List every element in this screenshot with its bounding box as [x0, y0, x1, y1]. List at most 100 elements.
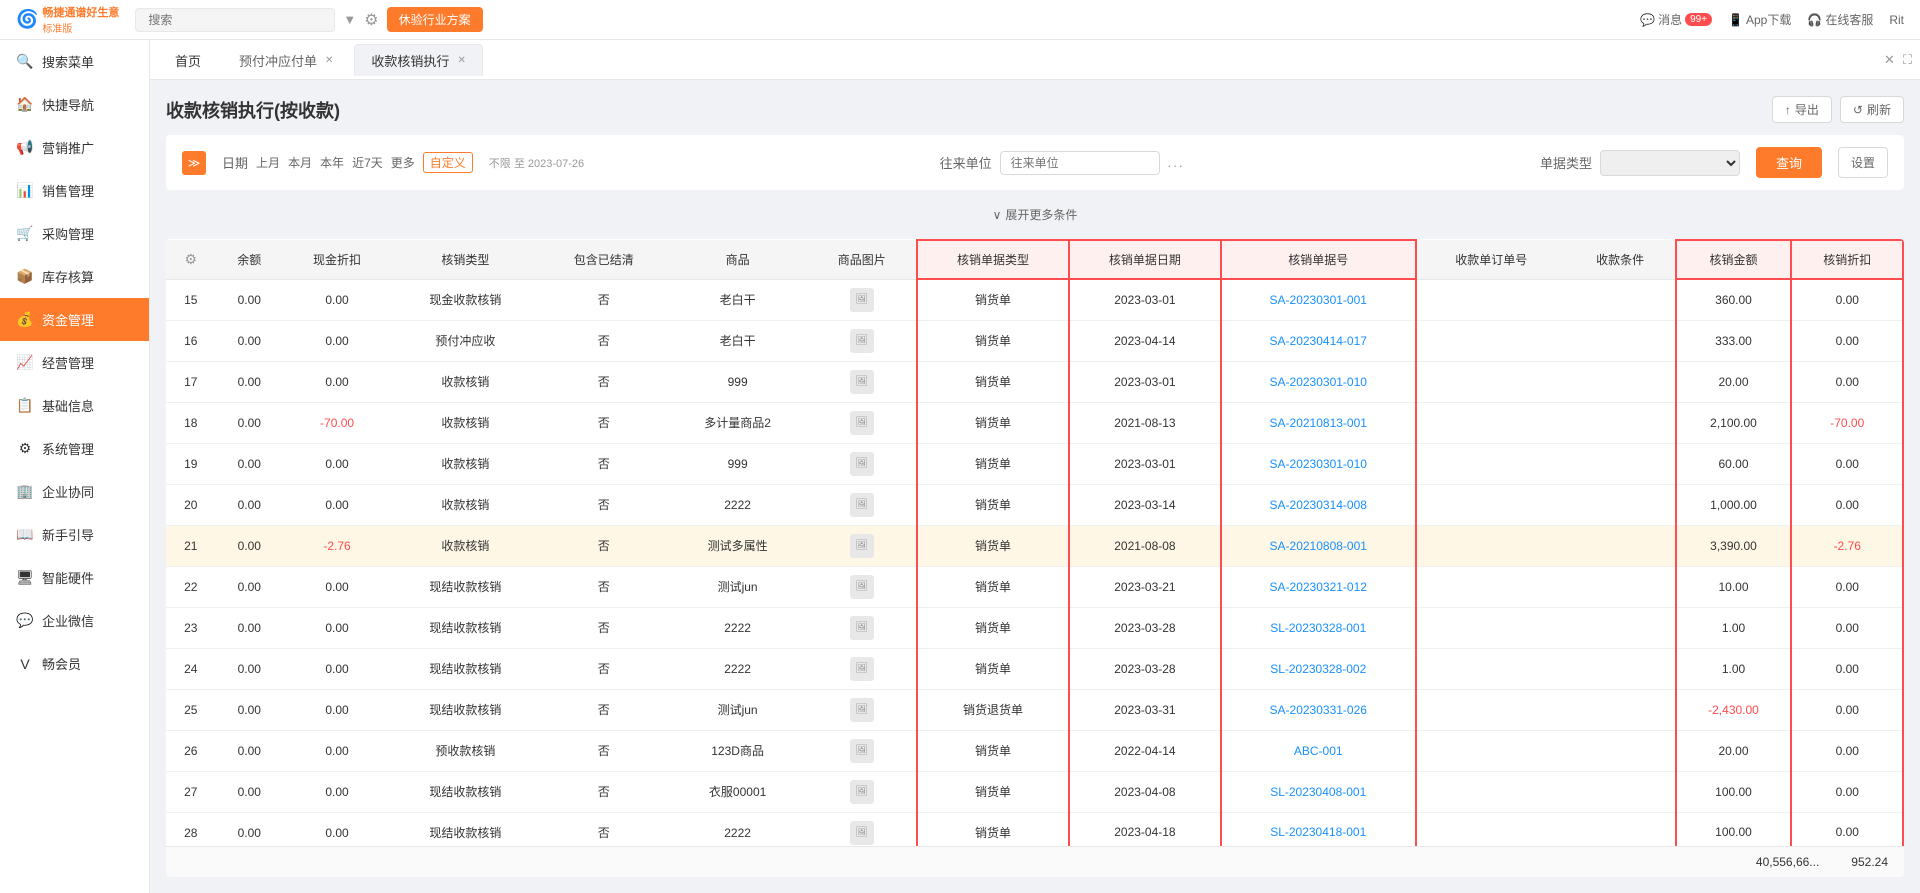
sidebar-item-operation[interactable]: 📈经营管理 — [0, 341, 149, 384]
cell-bill-no[interactable]: SL-20230328-002 — [1221, 648, 1416, 689]
date-this-year[interactable]: 本年 — [320, 154, 344, 171]
sidebar-label-wechat: 企业微信 — [42, 611, 94, 630]
cell-balance: 0.00 — [216, 361, 284, 402]
sidebar-item-search-menu[interactable]: 🔍搜索菜单 — [0, 40, 149, 83]
sidebar-item-smart[interactable]: 🖥智能硬件 — [0, 556, 149, 599]
tab-prepay-close[interactable]: ✕ — [325, 55, 333, 66]
cell-verify-amount: 20.00 — [1676, 730, 1792, 771]
cell-include-settled: 否 — [540, 771, 668, 812]
sidebar-icon-wechat: 💬 — [16, 612, 34, 630]
cell-bill-no[interactable]: ABC-001 — [1221, 730, 1416, 771]
filter-toggle-btn[interactable]: ≫ — [182, 151, 206, 175]
window-expand-btn[interactable]: ⛶ — [1903, 52, 1912, 68]
sidebar-item-enterprise[interactable]: 🏢企业协同 — [0, 470, 149, 513]
cell-bill-no[interactable]: SA-20230301-001 — [1221, 279, 1416, 320]
cell-bill-no[interactable]: SA-20230331-026 — [1221, 689, 1416, 730]
user-info[interactable]: Rit — [1889, 13, 1904, 27]
cell-bill-type: 销货单 — [917, 771, 1069, 812]
cell-verify-discount: 0.00 — [1791, 730, 1903, 771]
refresh-btn[interactable]: ↺ 刷新 — [1840, 96, 1904, 123]
cell-bill-no[interactable]: SA-20230301-010 — [1221, 361, 1416, 402]
tab-verify[interactable]: 收款核销执行 ✕ — [354, 44, 482, 76]
logo-area: 🌀 畅捷通谱好生意 标准版 — [16, 4, 119, 35]
tab-home[interactable]: 首页 — [158, 44, 218, 76]
cell-bill-no[interactable]: SL-20230408-001 — [1221, 771, 1416, 812]
query-btn[interactable]: 查询 — [1756, 147, 1822, 178]
top-search-input[interactable] — [135, 8, 335, 32]
sidebar-icon-operation: 📈 — [16, 354, 34, 372]
cell-verify-type: 收款核销 — [391, 402, 540, 443]
online-service-btn[interactable]: 🎧 在线客服 — [1807, 11, 1873, 28]
cell-bill-no[interactable]: SA-20230321-012 — [1221, 566, 1416, 607]
cell-receipt-order-no — [1416, 484, 1566, 525]
cell-receipt-order-no — [1416, 443, 1566, 484]
cell-include-settled: 否 — [540, 402, 668, 443]
cell-include-settled: 否 — [540, 443, 668, 484]
message-btn[interactable]: 💬 消息 99+ — [1640, 11, 1712, 28]
dropdown-icon[interactable]: ▼ — [343, 12, 356, 27]
export-btn[interactable]: ↑ 导出 — [1772, 96, 1832, 123]
date-7days[interactable]: 近7天 — [352, 154, 383, 171]
date-last-month[interactable]: 上月 — [256, 154, 280, 171]
cell-verify-type: 现结收款核销 — [391, 607, 540, 648]
sidebar-label-marketing: 营销推广 — [42, 138, 94, 157]
sidebar-icon-vip: V — [16, 655, 34, 673]
cell-balance: 0.00 — [216, 484, 284, 525]
sidebar-label-purchase: 采购管理 — [42, 224, 94, 243]
tab-prepay[interactable]: 预付冲应付单 ✕ — [222, 44, 350, 76]
message-icon: 💬 — [1640, 13, 1655, 27]
cell-id: 26 — [166, 730, 216, 771]
tab-verify-close[interactable]: ✕ — [457, 55, 465, 66]
setting-btn[interactable]: 设置 — [1838, 147, 1888, 178]
sidebar-item-beginner[interactable]: 📖新手引导 — [0, 513, 149, 556]
expand-more-btn[interactable]: ∨ 展开更多条件 — [993, 206, 1078, 223]
sidebar-item-quick-nav[interactable]: 🏠快捷导航 — [0, 83, 149, 126]
sidebar-item-vip[interactable]: V畅会员 — [0, 642, 149, 685]
cell-bill-no[interactable]: SA-20210808-001 — [1221, 525, 1416, 566]
col-bill-no: 核销单据号 — [1221, 240, 1416, 279]
sidebar-item-system[interactable]: ⚙系统管理 — [0, 427, 149, 470]
sidebar-item-sales[interactable]: 📊销售管理 — [0, 169, 149, 212]
from-unit-input[interactable] — [1000, 151, 1160, 175]
cell-receipt-condition — [1566, 812, 1676, 846]
date-this-month[interactable]: 本月 — [288, 154, 312, 171]
window-close-btn[interactable]: ✕ — [1884, 52, 1895, 68]
sidebar-icon-beginner: 📖 — [16, 526, 34, 544]
sidebar-item-purchase[interactable]: 🛒采购管理 — [0, 212, 149, 255]
industry-btn[interactable]: 休验行业方案 — [387, 7, 483, 32]
settings-icon[interactable]: ⚙ — [364, 10, 378, 30]
sidebar-item-basic[interactable]: 📋基础信息 — [0, 384, 149, 427]
cell-receipt-order-no — [1416, 648, 1566, 689]
table-row: 24 0.00 0.00 现结收款核销 否 2222 🖼 销货单 2023-03… — [166, 648, 1903, 689]
cell-balance: 0.00 — [216, 320, 284, 361]
app-download-btn[interactable]: 📱 App下载 — [1728, 11, 1791, 28]
cell-bill-no[interactable]: SL-20230418-001 — [1221, 812, 1416, 846]
cell-verify-amount: 100.00 — [1676, 812, 1792, 846]
cell-receipt-order-no — [1416, 361, 1566, 402]
top-bar-right: 💬 消息 99+ 📱 App下载 🎧 在线客服 Rit — [1640, 11, 1904, 28]
cell-bill-no[interactable]: SA-20230414-017 — [1221, 320, 1416, 361]
chevron-down-icon: ∨ — [993, 208, 1002, 222]
cell-bill-no[interactable]: SA-20210813-001 — [1221, 402, 1416, 443]
cell-id: 20 — [166, 484, 216, 525]
cell-verify-discount: 0.00 — [1791, 812, 1903, 846]
cell-verify-amount: 360.00 — [1676, 279, 1792, 320]
cell-bill-date: 2021-08-08 — [1069, 525, 1221, 566]
sidebar-item-finance[interactable]: 💰资金管理 — [0, 298, 149, 341]
receipt-type-select[interactable] — [1600, 150, 1740, 176]
cell-verify-discount: 0.00 — [1791, 443, 1903, 484]
cell-goods-image: 🖼 — [807, 402, 917, 443]
sidebar-item-inventory[interactable]: 📦库存核算 — [0, 255, 149, 298]
date-more[interactable]: 更多 — [391, 154, 415, 171]
gear-icon[interactable]: ⚙ — [184, 251, 197, 267]
table-scroll[interactable]: ⚙ 余额 现金折扣 核销类型 包含已结清 商品 商品图片 核销单据类型 核销单据… — [166, 239, 1904, 846]
cell-bill-no[interactable]: SL-20230328-001 — [1221, 607, 1416, 648]
date-custom[interactable]: 自定义 — [423, 152, 473, 173]
sidebar-item-wechat[interactable]: 💬 企业微信 — [0, 599, 149, 642]
cell-bill-type: 销货单 — [917, 279, 1069, 320]
cell-goods-image: 🖼 — [807, 812, 917, 846]
export-icon: ↑ — [1785, 103, 1791, 117]
sidebar-item-marketing[interactable]: 📢营销推广 — [0, 126, 149, 169]
cell-bill-no[interactable]: SA-20230301-010 — [1221, 443, 1416, 484]
cell-bill-no[interactable]: SA-20230314-008 — [1221, 484, 1416, 525]
